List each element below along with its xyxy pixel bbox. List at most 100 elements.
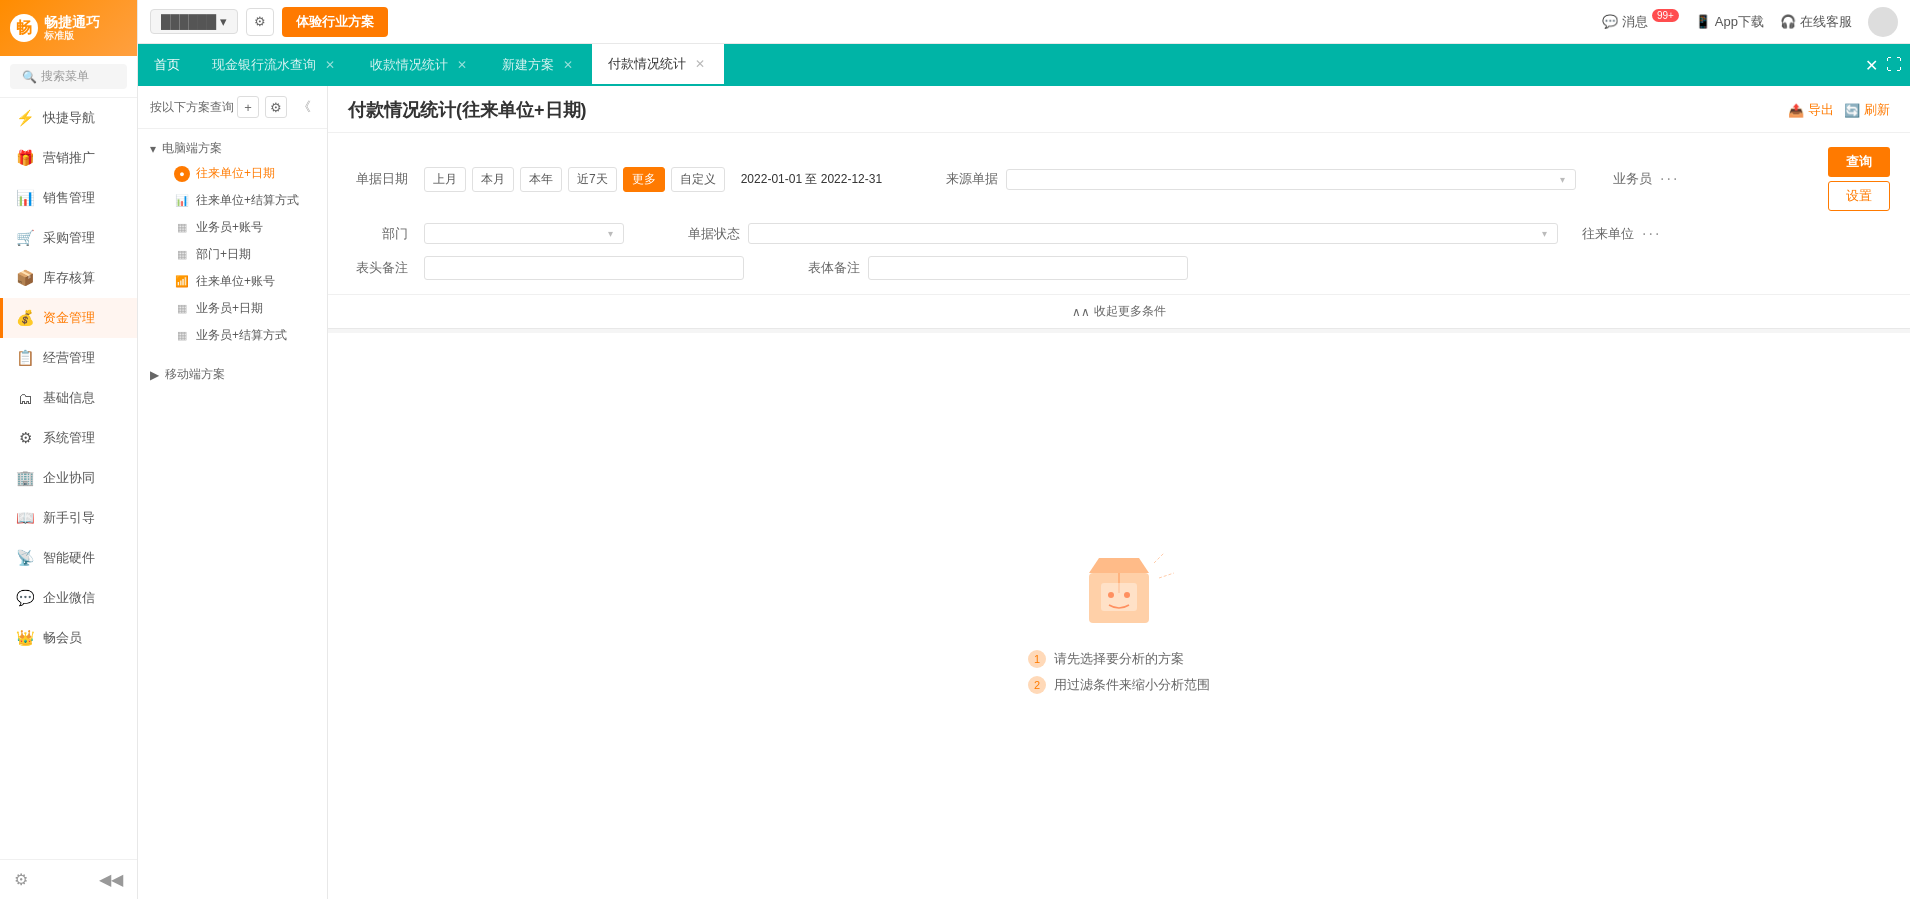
sidebar-item-purchase[interactable]: 🛒 采购管理	[0, 218, 137, 258]
query-button[interactable]: 查询	[1828, 147, 1890, 177]
user-avatar[interactable]	[1868, 7, 1898, 37]
desktop-group-header[interactable]: ▾ 电脑端方案	[150, 137, 315, 160]
more-dates-btn[interactable]: 更多	[623, 167, 665, 192]
collapse-more-label: 收起更多条件	[1094, 303, 1166, 320]
sidebar-item-operations[interactable]: 📋 经营管理	[0, 338, 137, 378]
sidebar-item-guide[interactable]: 📖 新手引导	[0, 498, 137, 538]
mobile-group-header[interactable]: ▶ 移动端方案	[150, 361, 315, 388]
refresh-label: 刷新	[1864, 101, 1890, 119]
tab-receipt-close[interactable]: ✕	[454, 57, 470, 73]
sidebar-search[interactable]: 🔍 搜索菜单	[0, 56, 137, 98]
scheme-label-unit-account: 往来单位+账号	[196, 273, 275, 290]
guide-icon: 📖	[15, 508, 35, 528]
trial-button[interactable]: 体验行业方案	[282, 7, 388, 37]
counterpart-ellipsis-btn[interactable]: ···	[1642, 225, 1661, 243]
scheme-item-unit-date[interactable]: ● 往来单位+日期	[150, 160, 315, 187]
scheme-item-dept-date[interactable]: ▦ 部门+日期	[150, 241, 315, 268]
online-service-button[interactable]: 🎧 在线客服	[1780, 13, 1852, 31]
collapse-panel-button[interactable]: 《	[293, 96, 315, 118]
sidebar-label-hardware: 智能硬件	[43, 549, 95, 567]
scheme-label-unit-date: 往来单位+日期	[196, 165, 275, 182]
body-note-input[interactable]	[868, 256, 1188, 280]
collapse-sidebar-icon[interactable]: ◀◀	[99, 870, 123, 889]
chevron-down-icon: ▾	[220, 14, 227, 29]
add-scheme-button[interactable]: +	[237, 96, 259, 118]
sidebar-label-purchase: 采购管理	[43, 229, 95, 247]
finance-icon: 💰	[15, 308, 35, 328]
sidebar-item-basicinfo[interactable]: 🗂 基础信息	[0, 378, 137, 418]
tab-newplan-close[interactable]: ✕	[560, 57, 576, 73]
tab-bank[interactable]: 现金银行流水查询 ✕	[196, 44, 354, 86]
company-selector[interactable]: ██████ ▾	[150, 9, 238, 34]
sidebar-item-enterprise[interactable]: 🏢 企业协同	[0, 458, 137, 498]
export-button[interactable]: 📤 导出	[1788, 101, 1834, 119]
messages-button[interactable]: 💬 消息 99+	[1602, 13, 1679, 31]
source-select[interactable]: ▾	[1006, 169, 1576, 190]
date-range-text: 2022-01-01 至 2022-12-31	[741, 171, 882, 188]
tab-newplan[interactable]: 新建方案 ✕	[486, 44, 592, 86]
last-7-days-btn[interactable]: 近7天	[568, 167, 617, 192]
desktop-group-label: 电脑端方案	[162, 140, 222, 157]
staff-ellipsis-btn[interactable]: ···	[1660, 170, 1679, 188]
tab-bar: 首页 现金银行流水查询 ✕ 收款情况统计 ✕ 新建方案 ✕ 付款情况统计 ✕ ✕…	[138, 44, 1910, 86]
tab-receipt[interactable]: 收款情况统计 ✕	[354, 44, 486, 86]
sidebar-item-quicknav[interactable]: ⚡ 快捷导航	[0, 98, 137, 138]
tab-payment[interactable]: 付款情况统计 ✕	[592, 44, 724, 86]
custom-date-btn[interactable]: 自定义	[671, 167, 725, 192]
logo-name: 畅捷通巧	[44, 14, 100, 31]
dept-select[interactable]: ▾	[424, 223, 624, 244]
tab-home-label: 首页	[154, 56, 180, 74]
scheme-item-unit-settle[interactable]: 📊 往来单位+结算方式	[150, 187, 315, 214]
filter-area: 单据日期 上月 本月 本年 近7天 更多 自定义 2022-01-01 至 20…	[328, 133, 1910, 295]
messages-label: 消息	[1622, 13, 1648, 31]
settings-footer-icon[interactable]: ⚙	[14, 870, 28, 889]
svg-point-4	[1108, 592, 1114, 598]
scheme-item-staff-settle[interactable]: ▦ 业务员+结算方式	[150, 322, 315, 349]
sidebar-item-weixin[interactable]: 💬 企业微信	[0, 578, 137, 618]
sidebar-item-sales[interactable]: 📊 销售管理	[0, 178, 137, 218]
collapse-more-button[interactable]: ∧∧ 收起更多条件	[328, 295, 1910, 329]
sidebar-item-hardware[interactable]: 📡 智能硬件	[0, 538, 137, 578]
tab-payment-close[interactable]: ✕	[692, 56, 708, 72]
close-all-tabs-icon[interactable]: ✕	[1865, 56, 1878, 75]
sidebar-item-system[interactable]: ⚙ 系统管理	[0, 418, 137, 458]
this-month-btn[interactable]: 本月	[472, 167, 514, 192]
topbar-gear-button[interactable]: ⚙	[246, 8, 274, 36]
maximize-icon[interactable]: ⛶	[1886, 56, 1902, 74]
scheme-item-unit-account[interactable]: 📶 往来单位+账号	[150, 268, 315, 295]
refresh-icon: 🔄	[1844, 103, 1860, 118]
search-label: 搜索菜单	[41, 68, 89, 85]
doc-status-select[interactable]: ▾	[748, 223, 1558, 244]
scheme-item-staff-account[interactable]: ▦ 业务员+账号	[150, 214, 315, 241]
scheme-label-staff-settle: 业务员+结算方式	[196, 327, 287, 344]
sidebar-item-inventory[interactable]: 📦 库存核算	[0, 258, 137, 298]
hint-num-2: 2	[1028, 676, 1046, 694]
page-actions: 📤 导出 🔄 刷新	[1788, 101, 1890, 119]
header-note-input[interactable]	[424, 256, 744, 280]
tab-home[interactable]: 首页	[138, 44, 196, 86]
source-label: 来源单据	[938, 170, 998, 188]
search-trigger[interactable]: 🔍 搜索菜单	[10, 64, 127, 89]
scheme-item-staff-date[interactable]: ▦ 业务员+日期	[150, 295, 315, 322]
header-note-label: 表头备注	[348, 259, 408, 277]
scheme-settings-button[interactable]: ⚙	[265, 96, 287, 118]
active-scheme-dot: ●	[174, 166, 190, 182]
weixin-icon: 💬	[15, 588, 35, 608]
messages-badge: 99+	[1652, 9, 1679, 22]
filter-row-3: 表头备注 表体备注	[348, 256, 1890, 280]
system-icon: ⚙	[15, 428, 35, 448]
sidebar-item-marketing[interactable]: 🎁 营销推广	[0, 138, 137, 178]
last-month-btn[interactable]: 上月	[424, 167, 466, 192]
sidebar: 畅 畅捷通巧 标准版 🔍 搜索菜单 ⚡ 快捷导航 🎁 营销推广 📊 销售管理 🛒…	[0, 0, 138, 899]
page-title: 付款情况统计(往来单位+日期)	[348, 98, 587, 122]
sidebar-item-vip[interactable]: 👑 畅会员	[0, 618, 137, 658]
sidebar-item-finance[interactable]: 💰 资金管理	[0, 298, 137, 338]
refresh-button[interactable]: 🔄 刷新	[1844, 101, 1890, 119]
sidebar-label-vip: 畅会员	[43, 629, 82, 647]
filter-settings-button[interactable]: 设置	[1828, 181, 1890, 211]
app-download-button[interactable]: 📱 App下载	[1695, 13, 1764, 31]
tab-bank-close[interactable]: ✕	[322, 57, 338, 73]
this-year-btn[interactable]: 本年	[520, 167, 562, 192]
tab-payment-label: 付款情况统计	[608, 55, 686, 73]
left-panel-title: 按以下方案查询	[150, 99, 234, 116]
